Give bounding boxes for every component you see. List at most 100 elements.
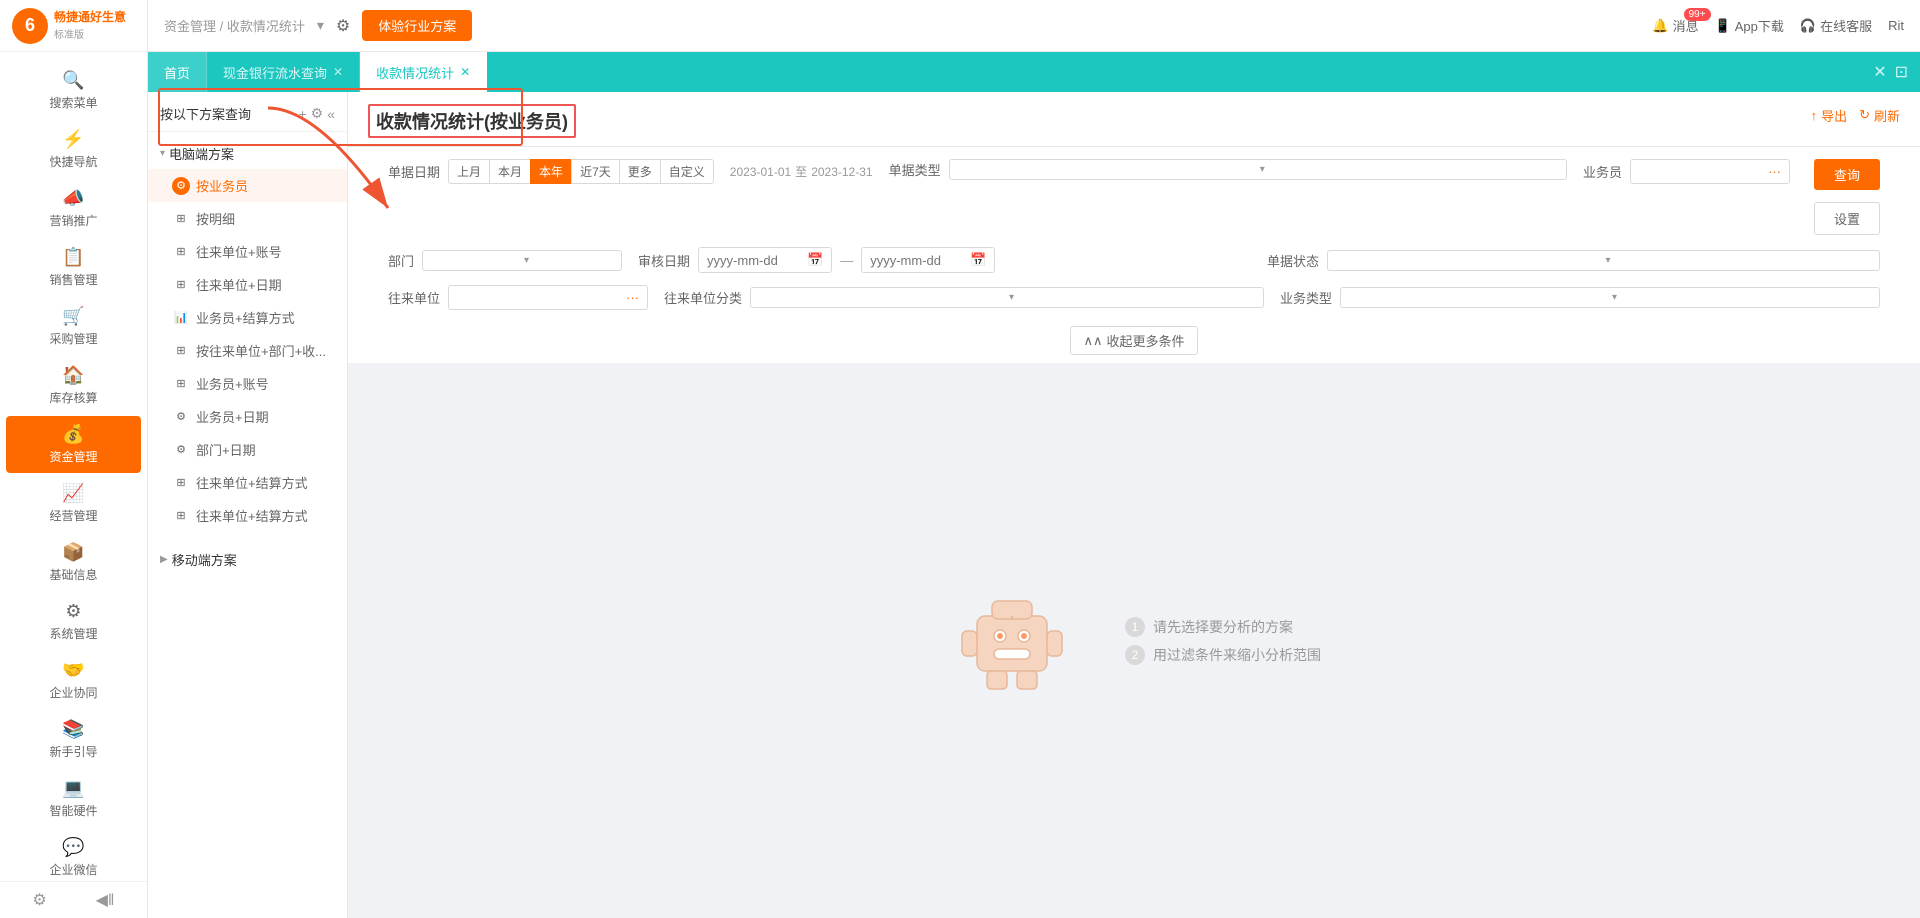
tree-item-label: 部门+日期: [196, 440, 256, 459]
tree-item-counterpart-settle2[interactable]: ⊞ 往来单位+结算方式: [148, 499, 347, 532]
collapse-row: ∧∧ 收起更多条件: [368, 318, 1900, 363]
date-tab-lastmonth[interactable]: 上月: [448, 159, 489, 184]
tree-section-mobile: ▶ 移动端方案: [148, 538, 347, 581]
topbar-app-download[interactable]: 📱 App下载: [1715, 16, 1784, 35]
audit-from-input[interactable]: [707, 253, 807, 268]
query-button[interactable]: 查询: [1814, 159, 1880, 190]
doc-type-chevron: ▾: [1260, 164, 1558, 175]
counterpart-type-select[interactable]: ▾: [750, 287, 1264, 308]
panel-collapse-btn[interactable]: «: [327, 106, 335, 122]
tree-item-by-detail[interactable]: ⊞ 按明细: [148, 202, 347, 235]
counterpart-input[interactable]: ···: [448, 285, 648, 310]
topbar-username[interactable]: Rit: [1888, 18, 1904, 33]
scheme-settings-btn[interactable]: ⚙: [311, 105, 324, 122]
refresh-button[interactable]: ↻ 刷新: [1859, 106, 1900, 125]
megaphone-icon: 📣: [62, 188, 84, 209]
service-label: 在线客服: [1820, 16, 1872, 35]
sidebar-item-quicknav[interactable]: ⚡ 快捷导航: [6, 121, 141, 178]
date-from: 2023-01-01: [730, 165, 791, 179]
tree-item-salesperson-settle[interactable]: 📊 业务员+结算方式: [148, 301, 347, 334]
tree-item-by-salesperson[interactable]: ⚙ 按业务员: [148, 169, 347, 202]
collapse-button[interactable]: ∧∧ 收起更多条件: [1070, 326, 1197, 355]
date-tab-custom[interactable]: 自定义: [660, 159, 714, 184]
tab-bank-close[interactable]: ✕: [333, 65, 343, 79]
sidebar-item-sales[interactable]: 📋 销售管理: [6, 239, 141, 296]
tip-text-2: 用过滤条件来缩小分析范围: [1153, 645, 1321, 665]
tree-item-counterpart-account[interactable]: ⊞ 往来单位+账号: [148, 235, 347, 268]
date-range: 2023-01-01 至 2023-12-31: [730, 163, 873, 180]
tab-bank-flow[interactable]: 现金银行流水查询 ✕: [207, 52, 360, 92]
audit-date-from[interactable]: 📅: [698, 247, 832, 273]
tree-item-label: 往来单位+账号: [196, 242, 282, 261]
sidebar-item-guide[interactable]: 📚 新手引导: [6, 711, 141, 768]
topbar-expand-icon[interactable]: ▾: [317, 17, 324, 34]
counterpart-more-icon[interactable]: ···: [626, 290, 639, 305]
doc-status-select[interactable]: ▾: [1327, 250, 1880, 271]
sidebar-nav: 🔍 搜索菜单 ⚡ 快捷导航 📣 营销推广 📋 销售管理 🛒 采购管理 🏠: [0, 52, 147, 881]
sidebar-item-wechat[interactable]: 💬 企业微信: [6, 829, 141, 881]
date-tab-thisyear[interactable]: 本年: [530, 159, 571, 184]
tree-item-counterpart-settle1[interactable]: ⊞ 往来单位+结算方式: [148, 466, 347, 499]
audit-date-to[interactable]: 📅: [861, 247, 995, 273]
tab-collection-stats[interactable]: 收款情况统计 ✕: [360, 52, 487, 92]
sidebar-collapse-btn[interactable]: ◀‖: [96, 890, 115, 910]
tree-item-label: 往来单位+结算方式: [196, 506, 308, 525]
date-label: 单据日期: [388, 162, 440, 181]
topbar-messages[interactable]: 🔔 消息 99+: [1652, 16, 1698, 35]
salesperson-more-icon[interactable]: ···: [1768, 164, 1781, 179]
trial-button[interactable]: 体验行业方案: [362, 10, 472, 41]
sidebar-item-operation[interactable]: 📈 经营管理: [6, 475, 141, 532]
refresh-label: 刷新: [1874, 106, 1900, 125]
sidebar-item-search[interactable]: 🔍 搜索菜单: [6, 62, 141, 119]
add-scheme-btn[interactable]: +: [298, 106, 306, 122]
tree-desktop-root[interactable]: ▾ 电脑端方案: [148, 138, 347, 169]
tree-mobile-root[interactable]: ▶ 移动端方案: [148, 544, 347, 575]
tree-item-counterpart-date[interactable]: ⊞ 往来单位+日期: [148, 268, 347, 301]
tree-item-dept-date[interactable]: ⚙ 部门+日期: [148, 433, 347, 466]
dept-label: 部门: [388, 251, 414, 270]
sidebar-item-enterprise[interactable]: 🤝 企业协同: [6, 652, 141, 709]
topbar-online-service[interactable]: 🎧 在线客服: [1800, 16, 1872, 35]
audit-to-input[interactable]: [870, 253, 970, 268]
sidebar-item-marketing[interactable]: 📣 营销推广: [6, 180, 141, 237]
sidebar-settings-btn[interactable]: ⚙: [32, 890, 46, 910]
calendar-icon-from[interactable]: 📅: [807, 252, 823, 268]
sidebar-item-label: 企业协同: [49, 684, 97, 701]
sidebar-item-inventory[interactable]: 🏠 库存核算: [6, 357, 141, 414]
empty-tips: 1 请先选择要分析的方案 2 用过滤条件来缩小分析范围: [1125, 617, 1321, 665]
topbar-settings-icon[interactable]: ⚙: [336, 16, 350, 36]
item-icon-dd: ⚙: [172, 441, 190, 459]
tab-maximize-icon[interactable]: ⊡: [1895, 62, 1908, 82]
date-tab-more[interactable]: 更多: [619, 159, 660, 184]
logo-name: 畅捷通好生意: [54, 10, 126, 26]
tab-home[interactable]: 首页: [148, 52, 207, 92]
headset-icon: 🎧: [1800, 18, 1816, 34]
export-button[interactable]: ↑ 导出: [1811, 106, 1848, 125]
biz-type-select[interactable]: ▾: [1340, 287, 1880, 308]
sidebar-item-label: 系统管理: [49, 625, 97, 642]
sidebar-item-finance[interactable]: 💰 资金管理: [6, 416, 141, 473]
doc-status-chevron: ▾: [1606, 255, 1872, 266]
clipboard-icon: 📋: [62, 247, 84, 268]
salesperson-input[interactable]: ···: [1630, 159, 1790, 184]
tab-collection-label: 收款情况统计: [376, 63, 454, 82]
tree-item-salesperson-date[interactable]: ⚙ 业务员+日期: [148, 400, 347, 433]
sidebar-item-system[interactable]: ⚙ 系统管理: [6, 593, 141, 650]
right-content: 收款情况统计(按业务员) ↑ 导出 ↻ 刷新: [348, 92, 1920, 918]
sidebar-item-hardware[interactable]: 💻 智能硬件: [6, 770, 141, 827]
sidebar-item-label: 快捷导航: [49, 153, 97, 170]
item-icon-ss: 📊: [172, 309, 190, 327]
date-tab-thismonth[interactable]: 本月: [489, 159, 530, 184]
item-icon-cpd: ⊞: [172, 342, 190, 360]
doc-type-select[interactable]: ▾: [949, 159, 1567, 180]
tab-minimize-icon[interactable]: ✕: [1873, 62, 1886, 82]
sidebar-item-purchase[interactable]: 🛒 采购管理: [6, 298, 141, 355]
tree-item-salesperson-account[interactable]: ⊞ 业务员+账号: [148, 367, 347, 400]
filter-settings-button[interactable]: 设置: [1814, 202, 1880, 235]
dept-select[interactable]: ▾: [422, 250, 622, 271]
sidebar-item-basic[interactable]: 📦 基础信息: [6, 534, 141, 591]
calendar-icon-to[interactable]: 📅: [970, 252, 986, 268]
tree-item-counterpart-dept[interactable]: ⊞ 按往来单位+部门+收...: [148, 334, 347, 367]
date-tab-7days[interactable]: 近7天: [571, 159, 619, 184]
tab-collection-close[interactable]: ✕: [460, 65, 470, 79]
